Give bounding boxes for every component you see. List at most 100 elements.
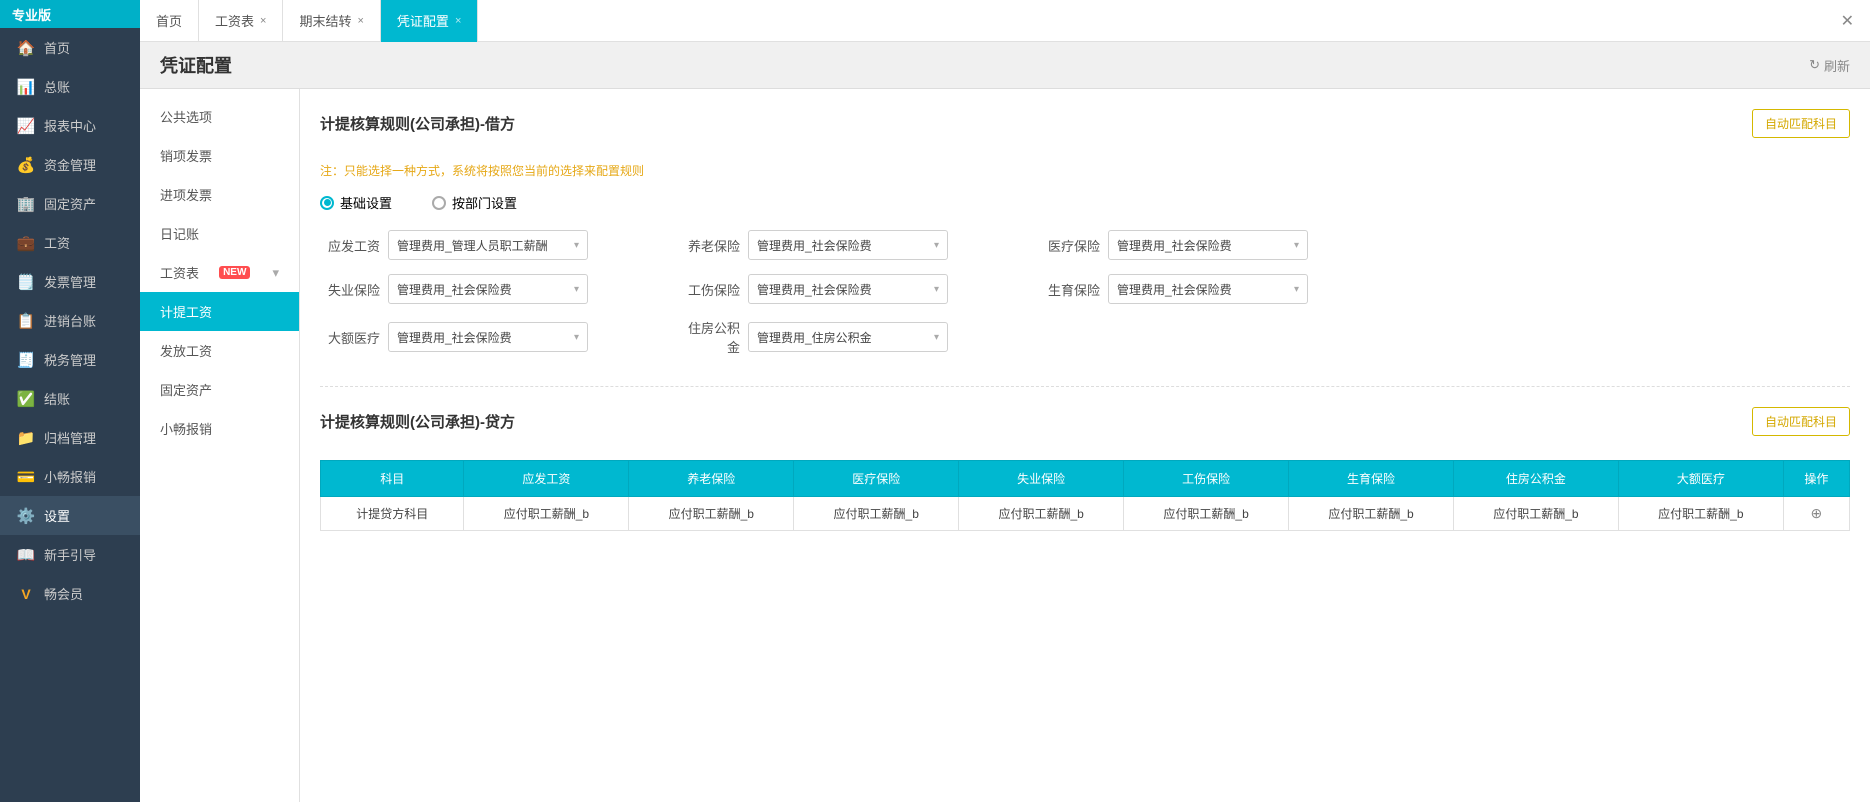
label-medical: 医疗保险 bbox=[1040, 236, 1100, 255]
select-unemployment[interactable]: 管理费用_社会保险费 ▾ bbox=[388, 274, 588, 304]
cell-applied-salary: 应付职工薪酬_b bbox=[464, 497, 629, 531]
left-nav-journal[interactable]: 日记账 bbox=[140, 214, 299, 253]
refresh-button[interactable]: ↻ 刷新 bbox=[1809, 56, 1850, 75]
sidebar-item-report-center[interactable]: 📈 报表中心 bbox=[0, 106, 140, 145]
select-major-medical[interactable]: 管理费用_社会保险费 ▾ bbox=[388, 322, 588, 352]
col-injury: 工伤保险 bbox=[1124, 461, 1289, 497]
select-injury[interactable]: 管理费用_社会保险费 ▾ bbox=[748, 274, 948, 304]
assets-icon: 🏢 bbox=[16, 195, 36, 213]
sidebar-item-settings[interactable]: ⚙️ 设置 bbox=[0, 496, 140, 535]
select-applied-salary[interactable]: 管理费用_管理人员职工薪酬 ▾ bbox=[388, 230, 588, 260]
sidebar-item-tax-management[interactable]: 🧾 税务管理 bbox=[0, 340, 140, 379]
sidebar-item-fixed-assets[interactable]: 🏢 固定资产 bbox=[0, 184, 140, 223]
cell-action[interactable]: ⊕ bbox=[1783, 497, 1849, 531]
left-nav-sales-invoice[interactable]: 销项发票 bbox=[140, 136, 299, 175]
sidebar-item-fund-management[interactable]: 💰 资金管理 bbox=[0, 145, 140, 184]
chevron-down-icon: ▾ bbox=[934, 240, 939, 251]
left-nav-petty-expense[interactable]: 小畅报销 bbox=[140, 409, 299, 448]
refresh-icon: ↻ bbox=[1809, 57, 1820, 73]
section1-note: 注：只能选择一种方式，系统将按照您当前的选择来配置规则 bbox=[320, 162, 1850, 179]
select-medical[interactable]: 管理费用_社会保险费 ▾ bbox=[1108, 230, 1308, 260]
sidebar-item-invoice-management[interactable]: 🗒️ 发票管理 bbox=[0, 262, 140, 301]
auto-match-credit-button[interactable]: 自动匹配科目 bbox=[1752, 407, 1850, 436]
field-unemployment: 失业保险 管理费用_社会保险费 ▾ bbox=[320, 274, 660, 304]
section-debit: 计提核算规则(公司承担)-借方 自动匹配科目 注：只能选择一种方式，系统将按照您… bbox=[320, 109, 1850, 356]
section-divider bbox=[320, 386, 1850, 387]
sidebar-item-label: 报表中心 bbox=[44, 116, 96, 135]
col-subject: 科目 bbox=[321, 461, 464, 497]
select-housing-fund[interactable]: 管理费用_住房公积金 ▾ bbox=[748, 322, 948, 352]
sidebar-item-member[interactable]: V 畅会员 bbox=[0, 574, 140, 613]
tab-payroll-table[interactable]: 工资表 × bbox=[199, 0, 283, 42]
sidebar-item-general-ledger[interactable]: 📊 总账 bbox=[0, 67, 140, 106]
select-injury-value: 管理费用_社会保险费 bbox=[757, 281, 934, 298]
sidebar-item-mini-expense[interactable]: 💳 小畅报销 bbox=[0, 457, 140, 496]
select-applied-salary-value: 管理费用_管理人员职工薪酬 bbox=[397, 237, 574, 254]
sidebar-item-label: 设置 bbox=[44, 506, 70, 525]
tab-payroll-table-close[interactable]: × bbox=[260, 15, 266, 27]
sidebar-item-label: 税务管理 bbox=[44, 350, 96, 369]
label-unemployment: 失业保险 bbox=[320, 280, 380, 299]
page-title: 凭证配置 bbox=[160, 52, 232, 78]
select-medical-value: 管理费用_社会保险费 bbox=[1117, 237, 1294, 254]
select-maternity[interactable]: 管理费用_社会保险费 ▾ bbox=[1108, 274, 1308, 304]
left-nav-fixed-assets[interactable]: 固定资产 bbox=[140, 370, 299, 409]
window-close-button[interactable]: ✕ bbox=[1825, 11, 1870, 31]
sidebar-item-label: 发票管理 bbox=[44, 272, 96, 291]
sidebar-item-closing[interactable]: ✅ 结账 bbox=[0, 379, 140, 418]
left-nav-accrual-payroll[interactable]: 计提工资 bbox=[140, 292, 299, 331]
field-maternity: 生育保险 管理费用_社会保险费 ▾ bbox=[1040, 274, 1380, 304]
sidebar-item-archive[interactable]: 📁 归档管理 bbox=[0, 418, 140, 457]
left-nav-payroll-table[interactable]: 工资表 NEW ▾ bbox=[140, 253, 299, 292]
tab-period-closing[interactable]: 期末结转 × bbox=[283, 0, 380, 42]
form-row-3: 大额医疗 管理费用_社会保险费 ▾ 住房公积金 管理费用_住房公积金 ▾ bbox=[320, 318, 1850, 356]
select-pension[interactable]: 管理费用_社会保险费 ▾ bbox=[748, 230, 948, 260]
sidebar: 专业版 🏠 首页 📊 总账 📈 报表中心 💰 资金管理 🏢 固定资产 💼 工资 … bbox=[0, 0, 140, 802]
left-nav-public-options[interactable]: 公共选项 bbox=[140, 97, 299, 136]
sidebar-item-label: 畅会员 bbox=[44, 584, 83, 603]
tab-home-label: 首页 bbox=[156, 11, 182, 30]
tab-period-closing-close[interactable]: × bbox=[357, 15, 363, 27]
tab-voucher-config[interactable]: 凭证配置 × bbox=[381, 0, 478, 42]
new-badge: NEW bbox=[219, 266, 250, 279]
guide-icon: 📖 bbox=[16, 546, 36, 564]
add-row-icon[interactable]: ⊕ bbox=[1811, 505, 1823, 521]
main-area: 首页 工资表 × 期末结转 × 凭证配置 × ✕ 凭证配置 ↻ 刷新 公共选项 bbox=[140, 0, 1870, 802]
left-nav-label: 固定资产 bbox=[160, 380, 212, 399]
cell-pension: 应付职工薪酬_b bbox=[629, 497, 794, 531]
select-pension-value: 管理费用_社会保险费 bbox=[757, 237, 934, 254]
left-nav: 公共选项 销项发票 进项发票 日记账 工资表 NEW ▾ 计提工资 发放工资 bbox=[140, 89, 300, 802]
tab-payroll-table-label: 工资表 bbox=[215, 11, 254, 30]
chevron-down-icon: ▾ bbox=[574, 332, 579, 343]
app-title: 专业版 bbox=[0, 0, 140, 28]
sidebar-item-sales-ledger[interactable]: 📋 进销台账 bbox=[0, 301, 140, 340]
left-nav-issue-payroll[interactable]: 发放工资 bbox=[140, 331, 299, 370]
field-major-medical: 大额医疗 管理费用_社会保险费 ▾ bbox=[320, 322, 660, 352]
tab-home[interactable]: 首页 bbox=[140, 0, 199, 42]
cell-unemployment: 应付职工薪酬_b bbox=[959, 497, 1124, 531]
sidebar-item-payroll[interactable]: 💼 工资 bbox=[0, 223, 140, 262]
left-nav-label: 销项发票 bbox=[160, 146, 212, 165]
tab-voucher-config-close[interactable]: × bbox=[455, 15, 461, 27]
select-housing-fund-value: 管理费用_住房公积金 bbox=[757, 329, 934, 346]
left-nav-purchase-invoice[interactable]: 进项发票 bbox=[140, 175, 299, 214]
sidebar-item-label: 进销台账 bbox=[44, 311, 96, 330]
sidebar-item-new-guide[interactable]: 📖 新手引导 bbox=[0, 535, 140, 574]
field-pension: 养老保险 管理费用_社会保险费 ▾ bbox=[680, 230, 1020, 260]
sidebar-item-label: 资金管理 bbox=[44, 155, 96, 174]
auto-match-debit-button[interactable]: 自动匹配科目 bbox=[1752, 109, 1850, 138]
sidebar-item-label: 固定资产 bbox=[44, 194, 96, 213]
sidebar-item-home[interactable]: 🏠 首页 bbox=[0, 28, 140, 67]
left-nav-label: 发放工资 bbox=[160, 341, 212, 360]
label-applied-salary: 应发工资 bbox=[320, 236, 380, 255]
col-applied-salary: 应发工资 bbox=[464, 461, 629, 497]
section1-header: 计提核算规则(公司承担)-借方 自动匹配科目 bbox=[320, 109, 1850, 150]
left-nav-label: 日记账 bbox=[160, 224, 199, 243]
radio-basic[interactable]: 基础设置 bbox=[320, 193, 392, 212]
report-icon: 📈 bbox=[16, 117, 36, 135]
table-header-row: 科目 应发工资 养老保险 医疗保险 失业保险 工伤保险 生育保险 住房公积金 大… bbox=[321, 461, 1850, 497]
credit-table: 科目 应发工资 养老保险 医疗保险 失业保险 工伤保险 生育保险 住房公积金 大… bbox=[320, 460, 1850, 531]
field-housing-fund: 住房公积金 管理费用_住房公积金 ▾ bbox=[680, 318, 1020, 356]
radio-by-dept[interactable]: 按部门设置 bbox=[432, 193, 517, 212]
select-unemployment-value: 管理费用_社会保险费 bbox=[397, 281, 574, 298]
